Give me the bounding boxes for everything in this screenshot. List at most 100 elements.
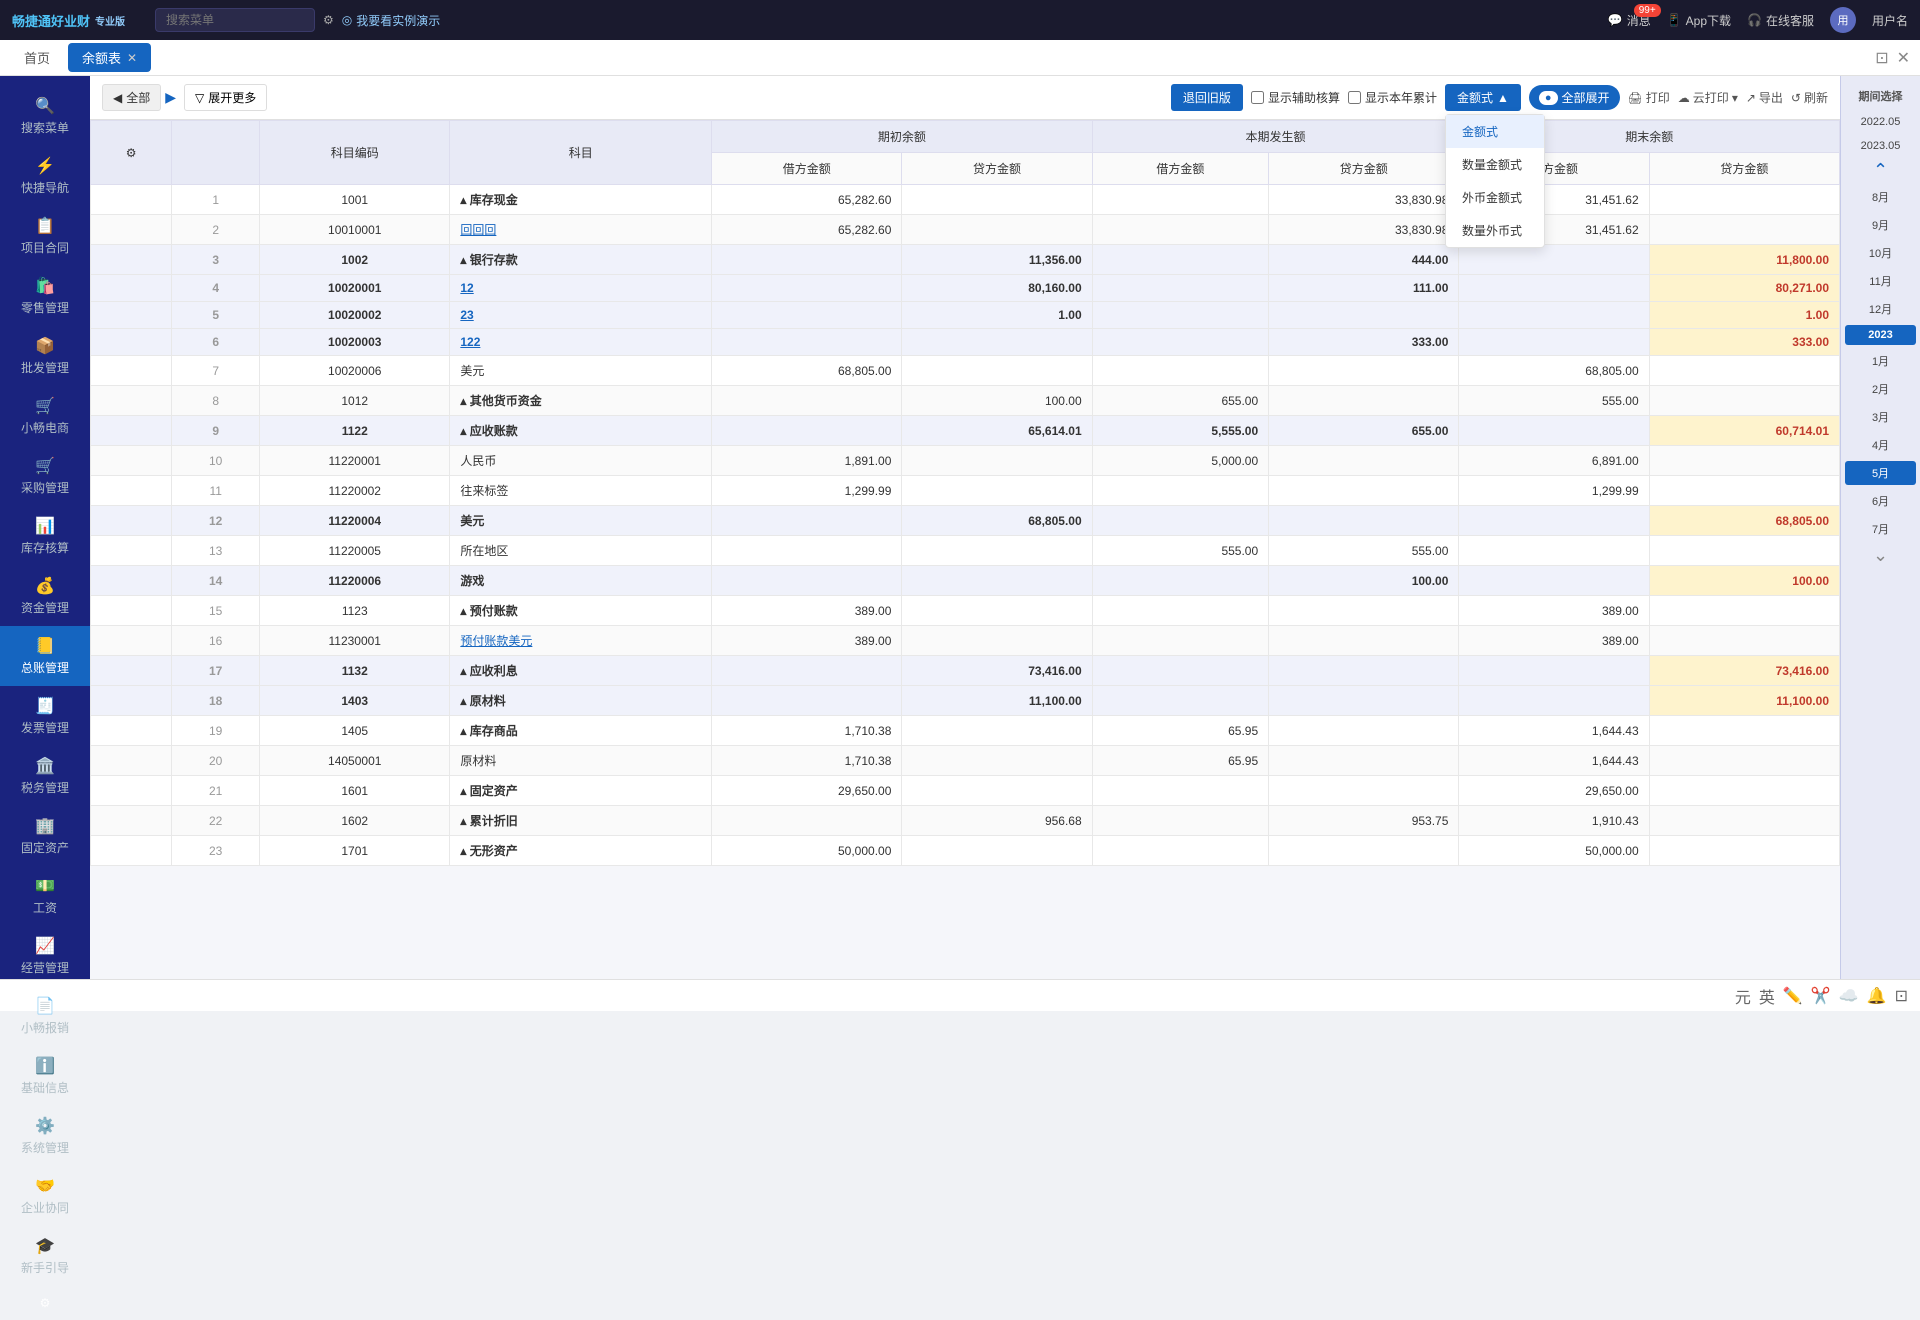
tab-close-icon[interactable]: ✕	[127, 51, 137, 65]
avatar[interactable]: 用	[1830, 7, 1856, 33]
cloud-icon[interactable]: ☁️	[1839, 986, 1859, 1006]
refresh-button[interactable]: ↺ 刷新	[1791, 89, 1828, 106]
message-button[interactable]: 💬 消息 99+	[1608, 12, 1651, 29]
export-button[interactable]: ↗ 导出	[1746, 89, 1783, 106]
sidebar-item-ecommerce[interactable]: 🛒 小畅电商	[0, 386, 90, 446]
panel-month-2[interactable]: 2月	[1845, 377, 1916, 401]
expand-more-button[interactable]: ▽ 展开更多	[184, 84, 267, 111]
cell-name[interactable]: 回回回	[450, 215, 712, 245]
cell-name[interactable]: 23	[450, 302, 712, 329]
cell-name[interactable]: ▴ 库存商品	[450, 716, 712, 746]
nav-forward-icon[interactable]: ▶	[165, 89, 176, 106]
cell-code: 11220004	[260, 506, 450, 536]
yuan-icon[interactable]: 元	[1735, 984, 1751, 1008]
sidebar-item-retail[interactable]: 🛍️ 零售管理	[0, 266, 90, 326]
panel-year-start[interactable]: 2022.05	[1845, 112, 1916, 132]
dropdown-item-amount[interactable]: 金额式	[1446, 115, 1544, 148]
cell-name[interactable]: ▴ 无形资产	[450, 836, 712, 866]
sidebar-item-enterprise[interactable]: 🤝 企业协同	[0, 1166, 90, 1226]
panel-month-3[interactable]: 3月	[1845, 405, 1916, 429]
sidebar-item-wholesale[interactable]: 📦 批发管理	[0, 326, 90, 386]
tabbar-close-button[interactable]: ✕	[1897, 48, 1910, 68]
sidebar-item-fixed-assets[interactable]: 🏢 固定资产	[0, 806, 90, 866]
expand-all-toggle[interactable]: ● 全部展开	[1529, 85, 1620, 110]
panel-scroll-down-icon[interactable]: ⌄	[1873, 545, 1888, 566]
sidebar-item-search[interactable]: 🔍 搜索菜单	[0, 86, 90, 146]
sidebar-settings[interactable]: ⚙	[30, 1286, 61, 1320]
all-button[interactable]: ◀ 全部	[102, 84, 161, 111]
tabbar-restore-button[interactable]: ⊡	[1875, 48, 1888, 68]
guide-icon: 🎓	[35, 1236, 55, 1256]
gear-icon[interactable]: ⚙	[323, 13, 334, 27]
pen-icon[interactable]: ✏️	[1783, 986, 1803, 1006]
app-download-button[interactable]: 📱 App下载	[1667, 12, 1731, 29]
row-number: 16	[172, 626, 260, 656]
sidebar-item-invoice[interactable]: 🧾 发票管理	[0, 686, 90, 746]
sidebar-item-purchase[interactable]: 🛒 采购管理	[0, 446, 90, 506]
cell-name[interactable]: ▴ 其他货币资金	[450, 386, 712, 416]
sidebar-item-project[interactable]: 📋 项目合同	[0, 206, 90, 266]
cell-name[interactable]: ▴ 累计折旧	[450, 806, 712, 836]
show-year-total-checkbox[interactable]: 显示本年累计	[1348, 89, 1437, 106]
panel-month-7[interactable]: 7月	[1845, 517, 1916, 541]
demo-link[interactable]: ◎ 我要看实例演示	[342, 12, 441, 29]
cell-name[interactable]: ▴ 固定资产	[450, 776, 712, 806]
cell-name[interactable]: ▴ 原材料	[450, 686, 712, 716]
panel-year-end[interactable]: 2023.05	[1845, 136, 1916, 156]
panel-month-4[interactable]: 4月	[1845, 433, 1916, 457]
cell-cur-debit: 5,555.00	[1092, 416, 1269, 446]
scissors-icon[interactable]: ✂️	[1811, 986, 1831, 1006]
panel-month-10[interactable]: 10月	[1845, 241, 1916, 265]
cell-name[interactable]: 122	[450, 329, 712, 356]
cell-name[interactable]: 12	[450, 275, 712, 302]
cell-name[interactable]: ▴ 应收利息	[450, 656, 712, 686]
th-opening: 期初余额	[712, 121, 1093, 153]
panel-month-9[interactable]: 9月	[1845, 213, 1916, 237]
sidebar-item-payroll[interactable]: 💵 工资	[0, 866, 90, 926]
panel-month-8[interactable]: 8月	[1845, 185, 1916, 209]
sidebar-item-inventory[interactable]: 📊 库存核算	[0, 506, 90, 566]
sidebar-item-tax[interactable]: 🏛️ 税务管理	[0, 746, 90, 806]
sidebar-item-quick-nav[interactable]: ⚡ 快捷导航	[0, 146, 90, 206]
english-icon[interactable]: 英	[1759, 984, 1775, 1008]
cell-cur-credit	[1269, 506, 1459, 536]
sidebar-item-guide[interactable]: 🎓 新手引导	[0, 1226, 90, 1286]
print-button[interactable]: 🖨 打印	[1628, 89, 1670, 106]
cell-name[interactable]: ▴ 应收账款	[450, 416, 712, 446]
panel-scroll-up-icon[interactable]: ⌃	[1873, 160, 1888, 181]
dropdown-item-qty-foreign[interactable]: 数量外币式	[1446, 214, 1544, 247]
sidebar-item-system[interactable]: ⚙️ 系统管理	[0, 1106, 90, 1166]
dropdown-item-qty-amount[interactable]: 数量金额式	[1446, 148, 1544, 181]
panel-month-11[interactable]: 11月	[1845, 269, 1916, 293]
sidebar-item-management[interactable]: 📈 经营管理	[0, 926, 90, 986]
panel-month-5[interactable]: 5月	[1845, 461, 1916, 485]
show-assistant-checkbox[interactable]: 显示辅助核算	[1251, 89, 1340, 106]
cell-name[interactable]: ▴ 预付账款	[450, 596, 712, 626]
cell-name[interactable]: ▴ 库存现金	[450, 185, 712, 215]
tab-balance-sheet[interactable]: 余额表 ✕	[68, 43, 151, 72]
cell-cur-debit	[1092, 185, 1269, 215]
dropdown-item-foreign-amount[interactable]: 外币金额式	[1446, 181, 1544, 214]
th-settings[interactable]: ⚙	[91, 121, 172, 185]
box-icon[interactable]: ⊡	[1895, 986, 1908, 1006]
bell-icon[interactable]: 🔔	[1867, 986, 1887, 1006]
sidebar-item-basic-info[interactable]: ℹ️ 基础信息	[0, 1046, 90, 1106]
search-input[interactable]	[155, 8, 315, 32]
online-service-button[interactable]: 🎧 在线客服	[1747, 12, 1814, 29]
amount-style-button[interactable]: 金额式 ▲	[1445, 84, 1521, 111]
sidebar-item-expense[interactable]: 📄 小畅报销	[0, 986, 90, 1046]
cell-name[interactable]: ▴ 银行存款	[450, 245, 712, 275]
cell-name[interactable]: 预付账款美元	[450, 626, 712, 656]
row-number: 11	[172, 476, 260, 506]
tab-home[interactable]: 首页	[10, 42, 64, 73]
sidebar-item-ledger[interactable]: 📒 总账管理	[0, 626, 90, 686]
panel-year-2023[interactable]: 2023	[1845, 325, 1916, 345]
sidebar-item-capital[interactable]: 💰 资金管理	[0, 566, 90, 626]
panel-month-12[interactable]: 12月	[1845, 297, 1916, 321]
row-number: 10	[172, 446, 260, 476]
back-old-button[interactable]: 退回旧版	[1171, 84, 1243, 111]
panel-month-1[interactable]: 1月	[1845, 349, 1916, 373]
cell-cl-debit	[1459, 302, 1649, 329]
panel-month-6[interactable]: 6月	[1845, 489, 1916, 513]
cloud-print-button[interactable]: ☁ 云打印 ▾	[1678, 89, 1738, 106]
